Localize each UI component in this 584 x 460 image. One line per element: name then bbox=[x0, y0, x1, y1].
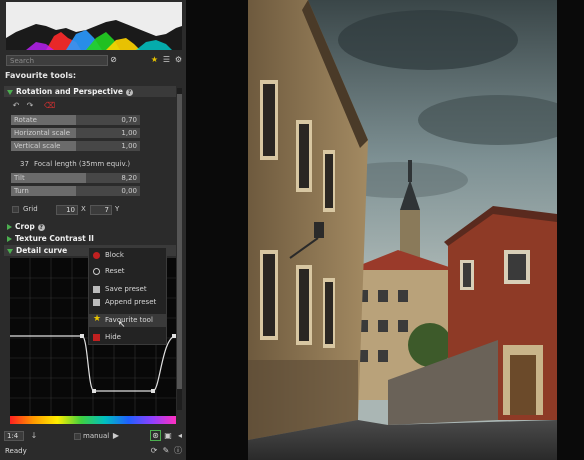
histogram bbox=[6, 2, 182, 50]
slider-value: 1,00 bbox=[121, 142, 137, 150]
undo-icon[interactable]: ↶ bbox=[11, 101, 21, 111]
menu-label: Favourite tool bbox=[105, 316, 153, 324]
slider-value: 0,00 bbox=[121, 187, 137, 195]
panel-scrollbar[interactable] bbox=[177, 88, 182, 410]
section-rotation-perspective[interactable]: Rotation and Perspective? bbox=[4, 86, 176, 97]
settings-icon[interactable]: ⚙ bbox=[174, 55, 183, 65]
tilt-slider[interactable]: Tilt 8,20 bbox=[11, 173, 140, 183]
slider-value: 8,20 bbox=[121, 174, 137, 182]
info-icon[interactable]: ⓘ bbox=[174, 446, 182, 456]
menu-item-block[interactable]: Block bbox=[89, 249, 166, 262]
arrow-icon[interactable]: ◂ bbox=[176, 431, 184, 441]
section-title: Crop bbox=[15, 222, 35, 231]
slider-label: Horizontal scale bbox=[14, 129, 71, 137]
refresh-icon[interactable]: ⟳ bbox=[150, 446, 158, 456]
manual-checkbox[interactable] bbox=[74, 433, 81, 440]
expand-icon bbox=[7, 248, 13, 254]
save-image-icon[interactable]: ▣ bbox=[164, 431, 172, 441]
horizontal-scale-slider[interactable]: Horizontal scale 1,00 bbox=[11, 128, 140, 138]
reset-red-icon[interactable]: ⌫ bbox=[44, 101, 55, 111]
star-icon: ★ bbox=[93, 314, 102, 324]
help-icon[interactable]: ? bbox=[37, 223, 45, 231]
section-title: Rotation and Perspective bbox=[16, 87, 123, 96]
block-icon bbox=[93, 252, 100, 259]
grid-x-label: X bbox=[81, 205, 86, 213]
hide-icon bbox=[93, 334, 100, 341]
collapse-icon bbox=[7, 236, 12, 242]
menu-item-favourite-tool[interactable]: ★ Favourite tool bbox=[89, 314, 166, 327]
focal-length-label: Focal length (35mm equiv.) bbox=[34, 160, 131, 168]
slider-value: 0,70 bbox=[121, 116, 137, 124]
mode-label: manual bbox=[83, 432, 110, 440]
context-menu: Block Reset Save preset Append preset ★ … bbox=[88, 247, 167, 345]
section-crop[interactable]: Crop? bbox=[4, 221, 176, 232]
grid-y-input[interactable]: 7 bbox=[90, 205, 112, 215]
slider-label: Turn bbox=[14, 187, 29, 195]
tool-panel: Search ⊘ ★ ☰ ⚙ Favourite tools: Rotation… bbox=[0, 0, 186, 460]
turn-slider[interactable]: Turn 0,00 bbox=[11, 186, 140, 196]
help-icon[interactable]: ? bbox=[126, 88, 133, 96]
slider-label: Vertical scale bbox=[14, 142, 61, 150]
menu-item-save-preset[interactable]: Save preset bbox=[89, 283, 166, 296]
grid-label: Grid bbox=[23, 205, 38, 213]
section-title: Texture Contrast II bbox=[15, 234, 94, 243]
slider-label: Tilt bbox=[14, 174, 25, 182]
reset-icon bbox=[93, 268, 100, 275]
menu-item-append-preset[interactable]: Append preset bbox=[89, 296, 166, 309]
status-text: Ready bbox=[5, 447, 27, 455]
search-clear-icon[interactable]: ⊘ bbox=[109, 55, 118, 65]
menu-label: Hide bbox=[105, 333, 121, 341]
zoom-arrow-icon[interactable]: ↓ bbox=[30, 431, 38, 441]
search-input[interactable]: Search bbox=[6, 55, 108, 66]
menu-label: Reset bbox=[105, 267, 125, 275]
favourite-star-icon[interactable]: ★ bbox=[150, 55, 159, 65]
favourites-heading: Favourite tools: bbox=[5, 71, 77, 80]
menu-label: Block bbox=[105, 251, 124, 259]
slider-value: 1,00 bbox=[121, 129, 137, 137]
menu-label: Save preset bbox=[105, 285, 147, 293]
append-icon bbox=[93, 299, 100, 306]
hue-gradient-bar bbox=[10, 416, 176, 424]
menu-item-reset[interactable]: Reset bbox=[89, 265, 166, 278]
menu-item-hide[interactable]: Hide bbox=[89, 331, 166, 344]
sync-icon[interactable]: ⊛ bbox=[150, 430, 161, 441]
rotate-slider[interactable]: Rotate 0,70 bbox=[11, 115, 140, 125]
section-texture-contrast[interactable]: Texture Contrast II bbox=[4, 233, 176, 244]
image-preview[interactable] bbox=[248, 0, 557, 460]
mouse-cursor-icon: ↖ bbox=[118, 320, 126, 330]
menu-label: Append preset bbox=[105, 298, 157, 306]
section-title: Detail curve bbox=[16, 246, 68, 255]
grid-x-input[interactable]: 10 bbox=[56, 205, 78, 215]
slider-label: Rotate bbox=[14, 116, 37, 124]
zoom-select[interactable]: 1:4 bbox=[4, 431, 24, 441]
vertical-scale-slider[interactable]: Vertical scale 1,00 bbox=[11, 141, 140, 151]
bottom-toolbar: 1:4 ↓ manual ▶ ⊛ ▣ ◂ bbox=[4, 430, 184, 443]
save-icon bbox=[93, 286, 100, 293]
grid-checkbox[interactable] bbox=[12, 206, 19, 213]
collapse-icon bbox=[7, 224, 12, 230]
list-icon[interactable]: ☰ bbox=[162, 55, 171, 65]
grid-y-label: Y bbox=[115, 205, 120, 213]
play-icon[interactable]: ▶ bbox=[112, 431, 120, 441]
expand-icon bbox=[7, 89, 13, 95]
redo-icon[interactable]: ↷ bbox=[25, 101, 35, 111]
tools-icon[interactable]: ✎ bbox=[162, 446, 170, 456]
focal-length-value[interactable]: 37 bbox=[20, 160, 29, 169]
